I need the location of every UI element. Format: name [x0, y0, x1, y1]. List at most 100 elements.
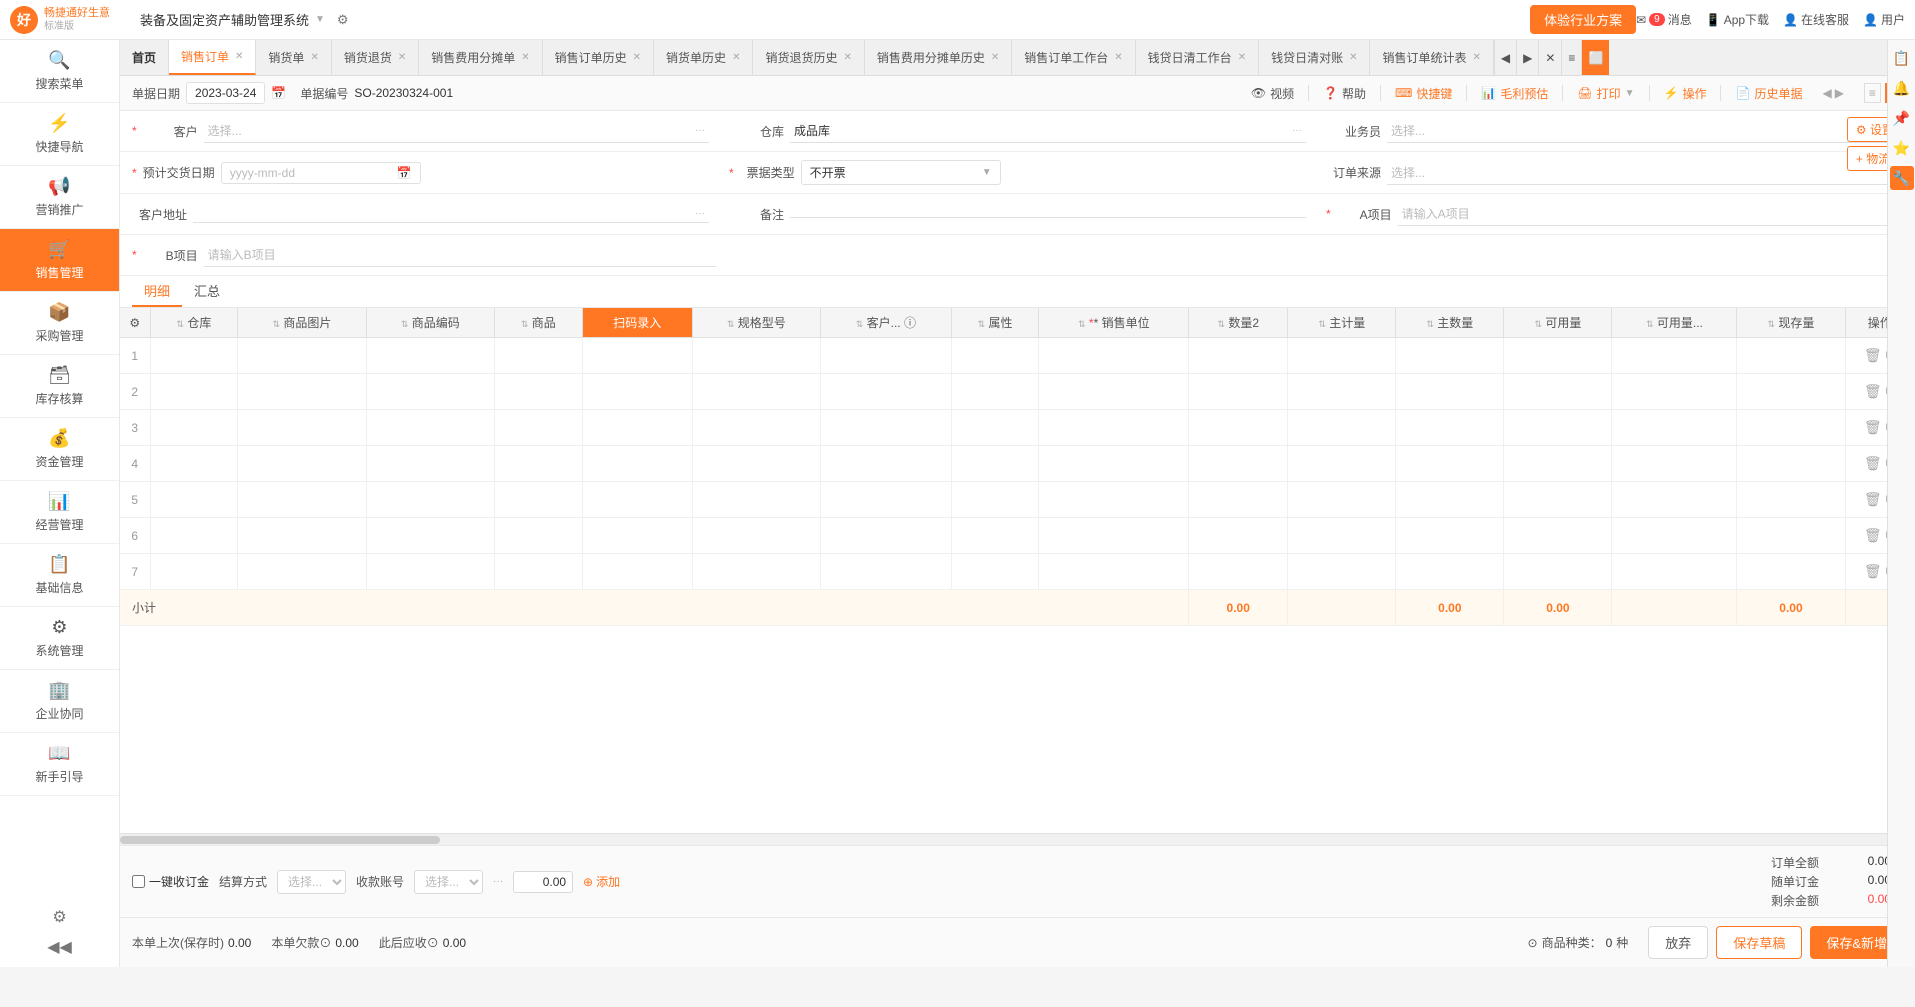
row-main-unit-cell[interactable] — [1288, 410, 1396, 446]
row-product-cell[interactable] — [494, 554, 582, 590]
settings-icon[interactable]: ⚙ — [337, 12, 349, 28]
tab-close-sales-return[interactable]: ✕ — [310, 52, 318, 63]
row-warehouse-cell[interactable] — [150, 410, 238, 446]
row-available-qty-cell[interactable] — [1504, 446, 1612, 482]
tab-close-all-button[interactable]: ✕ — [1538, 40, 1561, 75]
row-scan-cell[interactable] — [582, 410, 692, 446]
row-available-qty2-cell[interactable] — [1612, 338, 1737, 374]
sidebar-settings-icon[interactable]: ⚙ — [52, 907, 66, 927]
a-project-input[interactable]: 请输入A项目 — [1398, 202, 1903, 226]
col-current-qty[interactable]: ⇅ 现存量 — [1737, 308, 1845, 338]
row-warehouse-cell[interactable] — [150, 374, 238, 410]
row-main-unit-cell[interactable] — [1288, 338, 1396, 374]
row-spec-model-cell[interactable] — [692, 410, 820, 446]
right-icon-4[interactable]: ⭐ — [1890, 136, 1914, 160]
customer-address-input[interactable]: ··· — [193, 205, 709, 223]
row-warehouse-cell[interactable] — [150, 482, 238, 518]
row-main-unit-cell[interactable] — [1288, 482, 1396, 518]
app-download-item[interactable]: 📱 App下载 — [1706, 11, 1769, 28]
warehouse-input[interactable]: 成品库 ··· — [790, 119, 1306, 143]
row-attributes-cell[interactable] — [951, 374, 1039, 410]
row-attributes-cell[interactable] — [951, 554, 1039, 590]
delivery-date-input[interactable]: yyyy-mm-dd 📅 — [221, 162, 421, 184]
row-main-unit-cell[interactable] — [1288, 374, 1396, 410]
row-available-qty2-cell[interactable] — [1612, 374, 1737, 410]
col-main-unit[interactable]: ⇅ 主计量 — [1288, 308, 1396, 338]
tab-prev-button[interactable]: ◀ — [1494, 40, 1516, 75]
view-button[interactable]: 👁 视频 — [1251, 85, 1294, 102]
row-product-cell[interactable] — [494, 338, 582, 374]
tab-sales-refund-history[interactable]: 销货退货历史 ✕ — [753, 40, 864, 75]
row-main-qty-cell[interactable] — [1396, 374, 1504, 410]
row-available-qty-cell[interactable] — [1504, 410, 1612, 446]
order-source-input[interactable]: 选择... ▼ — [1387, 161, 1903, 185]
row-sales-unit-cell[interactable] — [1039, 338, 1189, 374]
sidebar-item-guide[interactable]: 📖 新手引导 — [0, 733, 119, 796]
one-click-checkout-input[interactable] — [132, 875, 145, 888]
col-main-qty[interactable]: ⇅ 主数量 — [1396, 308, 1504, 338]
tab-next-button[interactable]: ▶ — [1516, 40, 1538, 75]
row-current-qty-cell[interactable] — [1737, 518, 1845, 554]
history-button[interactable]: 📄 历史单据 — [1735, 85, 1802, 102]
list-view-icon[interactable]: ≡ — [1864, 83, 1881, 103]
row-qty2-cell[interactable] — [1189, 482, 1288, 518]
row-sales-unit-cell[interactable] — [1039, 554, 1189, 590]
row-qty2-cell[interactable] — [1189, 446, 1288, 482]
tab-close-order-history[interactable]: ✕ — [633, 52, 641, 63]
right-icon-3[interactable]: 📌 — [1890, 106, 1914, 130]
row-delete-icon[interactable]: 🗑 — [1864, 527, 1882, 544]
amount-input[interactable] — [513, 871, 573, 893]
operation-button[interactable]: ⚡ 操作 — [1664, 85, 1707, 102]
row-delete-icon[interactable]: 🗑 — [1864, 383, 1882, 400]
tab-close-expense-split-history[interactable]: ✕ — [991, 52, 999, 63]
note-input[interactable] — [790, 211, 1306, 218]
print-button[interactable]: 🖨 打印 ▼ — [1577, 85, 1634, 102]
row-available-qty-cell[interactable] — [1504, 482, 1612, 518]
tab-sales-order-workbench[interactable]: 销售订单工作台 ✕ — [1012, 40, 1135, 75]
receipt-account-select[interactable]: 选择... — [414, 870, 483, 894]
row-delete-icon[interactable]: 🗑 — [1864, 347, 1882, 364]
row-current-qty-cell[interactable] — [1737, 554, 1845, 590]
row-sales-unit-cell[interactable] — [1039, 482, 1189, 518]
help-button[interactable]: ❓ 帮助 — [1323, 85, 1366, 102]
tab-maximize-button[interactable]: ⬜ — [1581, 40, 1609, 75]
profit-button[interactable]: 📊 毛利预估 — [1481, 85, 1548, 102]
row-customer-attr-cell[interactable] — [821, 410, 952, 446]
right-icon-2[interactable]: 🔔 — [1890, 76, 1914, 100]
row-attributes-cell[interactable] — [951, 482, 1039, 518]
salesman-input[interactable]: 选择... ··· — [1387, 119, 1903, 143]
row-customer-attr-cell[interactable] — [821, 374, 952, 410]
row-customer-attr-cell[interactable] — [821, 554, 952, 590]
col-available-qty2[interactable]: ⇅ 可用量... — [1612, 308, 1737, 338]
row-main-qty-cell[interactable] — [1396, 338, 1504, 374]
row-product-code-cell[interactable] — [366, 554, 494, 590]
tab-close-return-history[interactable]: ✕ — [732, 52, 740, 63]
tab-close-refund-history[interactable]: ✕ — [843, 52, 851, 63]
row-product-image-cell[interactable] — [238, 482, 366, 518]
tab-close-ar-daily-workbench[interactable]: ✕ — [1238, 52, 1246, 63]
row-delete-icon[interactable]: 🗑 — [1864, 419, 1882, 436]
tab-sales-return[interactable]: 销货单 ✕ — [256, 40, 331, 75]
col-settings[interactable]: ⚙ — [120, 308, 150, 338]
right-icon-1[interactable]: 📋 — [1890, 46, 1914, 70]
tab-summary[interactable]: 汇总 — [182, 276, 232, 307]
payment-method-select[interactable]: 选择... — [277, 870, 346, 894]
prev-record-icon[interactable]: ◀ — [1822, 86, 1831, 100]
row-product-cell[interactable] — [494, 410, 582, 446]
row-product-code-cell[interactable] — [366, 374, 494, 410]
sidebar-item-sales[interactable]: 🛒 销售管理 — [0, 229, 119, 292]
col-product-code[interactable]: ⇅ 商品编码 — [366, 308, 494, 338]
tab-close-order-workbench[interactable]: ✕ — [1114, 52, 1122, 63]
tab-ar-daily-reconcile[interactable]: 钱贷日清对账 ✕ — [1259, 40, 1370, 75]
row-warehouse-cell[interactable] — [150, 518, 238, 554]
scrollbar-thumb[interactable] — [120, 836, 440, 844]
row-warehouse-cell[interactable] — [150, 554, 238, 590]
row-available-qty2-cell[interactable] — [1612, 518, 1737, 554]
row-customer-attr-cell[interactable] — [821, 338, 952, 374]
sidebar-item-purchase[interactable]: 📦 采购管理 — [0, 292, 119, 355]
sidebar-item-finance[interactable]: 💰 资金管理 — [0, 418, 119, 481]
row-available-qty2-cell[interactable] — [1612, 554, 1737, 590]
tab-sales-return-history[interactable]: 销货单历史 ✕ — [654, 40, 753, 75]
shortcut-button[interactable]: ⌨ 快捷键 — [1395, 85, 1452, 102]
row-current-qty-cell[interactable] — [1737, 446, 1845, 482]
